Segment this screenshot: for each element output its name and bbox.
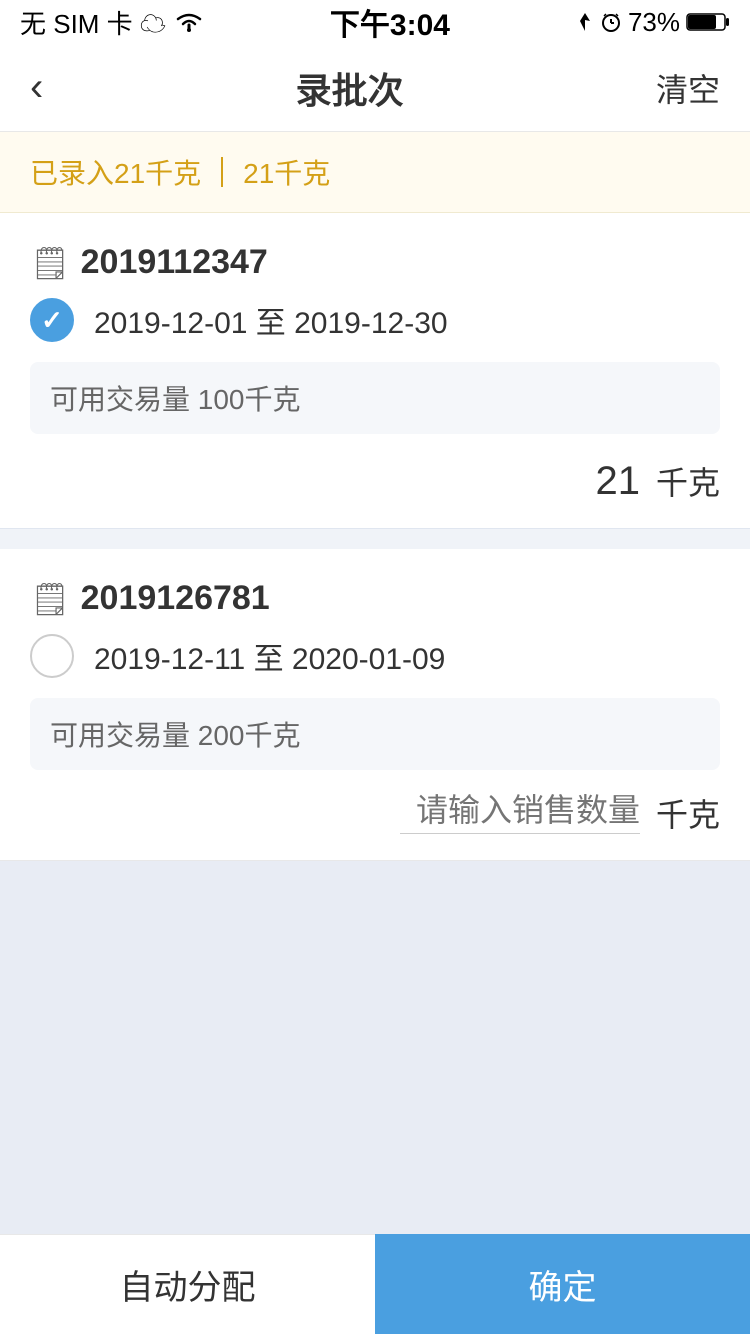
- batch-1-quantity-row: 21 千克: [0, 434, 750, 528]
- batch-2-radio[interactable]: [30, 634, 74, 678]
- batch-1-quantity-value: 21: [595, 459, 640, 504]
- empty-area: [0, 861, 750, 1261]
- batch-1-date: 2019-12-01 至 2019-12-30: [94, 298, 448, 342]
- batch-2-input-row: 千克: [0, 770, 750, 861]
- batch-1-header: 🗒 2019112347: [30, 243, 720, 282]
- batch-1-id: 2019112347: [81, 243, 268, 282]
- info-banner: 已录入21千克 21千克: [0, 132, 750, 213]
- batch-2-id: 2019126781: [81, 579, 270, 618]
- nav-bar: ‹ 录批次 清空: [0, 44, 750, 132]
- batch-2-date-row: 2019-12-11 至 2020-01-09: [30, 634, 720, 678]
- status-left: 无 SIM 卡 ☁: [20, 4, 204, 41]
- batch-2-date: 2019-12-11 至 2020-01-09: [94, 634, 445, 678]
- bottom-bar: 自动分配 确定: [0, 1234, 750, 1334]
- status-time: 下午3:04: [330, 0, 450, 44]
- batch-2-available: 可用交易量 200千克: [30, 698, 720, 770]
- batch-1-quantity-unit: 千克: [656, 458, 720, 504]
- batch-1-radio[interactable]: [30, 298, 74, 342]
- confirm-button[interactable]: 确定: [375, 1234, 750, 1334]
- batch-1-date-row: 2019-12-01 至 2019-12-30: [30, 298, 720, 342]
- batch-item-1: 🗒 2019112347 2019-12-01 至 2019-12-30 可用交…: [0, 213, 750, 434]
- alarm-icon: [600, 11, 622, 33]
- auto-distribute-button[interactable]: 自动分配: [0, 1234, 375, 1334]
- info-divider: [221, 157, 223, 187]
- batch-2-unit: 千克: [656, 790, 720, 836]
- back-button[interactable]: ‹: [30, 65, 43, 110]
- recorded-value: 21千克: [243, 152, 330, 192]
- batch-2-quantity-input[interactable]: [400, 792, 640, 834]
- status-bar: 无 SIM 卡 ☁ 下午3:04 73%: [0, 0, 750, 44]
- location-icon: [576, 11, 594, 33]
- batch-item-2: 🗒 2019126781 2019-12-11 至 2020-01-09 可用交…: [0, 549, 750, 770]
- section-separator: [0, 529, 750, 549]
- battery-percent: 73%: [628, 7, 680, 38]
- batch-1-icon: 🗒: [30, 244, 71, 282]
- sim-label: 无 SIM 卡 ☁: [20, 4, 166, 41]
- clear-button[interactable]: 清空: [656, 65, 720, 111]
- batch-2-icon: 🗒: [30, 580, 71, 618]
- wifi-icon: [174, 11, 204, 33]
- page-title: 录批次: [296, 62, 404, 114]
- batch-1-available: 可用交易量 100千克: [30, 362, 720, 434]
- recorded-label: 已录入21千克: [30, 152, 201, 192]
- battery-icon: [686, 11, 730, 33]
- batch-2-header: 🗒 2019126781: [30, 579, 720, 618]
- status-right: 73%: [576, 7, 730, 38]
